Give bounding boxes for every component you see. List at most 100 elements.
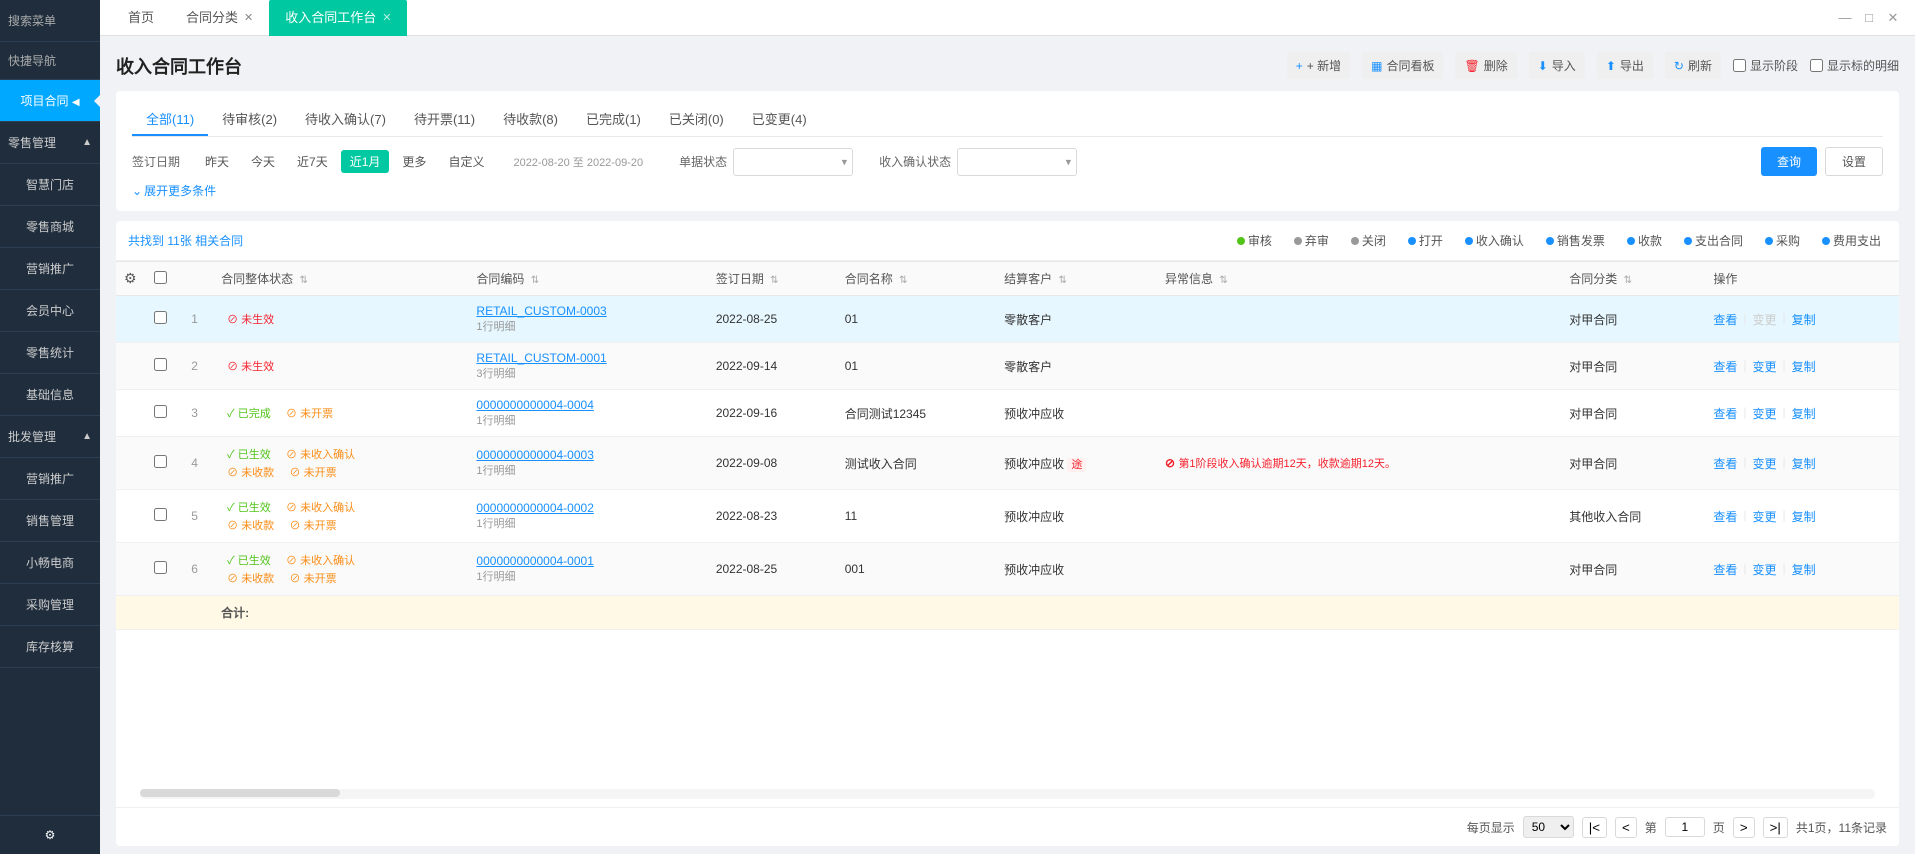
doc-status-select[interactable] bbox=[733, 148, 853, 176]
sort-overall-status[interactable]: ⇅ bbox=[299, 275, 307, 286]
sort-sign-date[interactable]: ⇅ bbox=[770, 275, 778, 286]
sort-settlement-customer[interactable]: ⇅ bbox=[1058, 275, 1066, 286]
status-tab-pending-payment[interactable]: 待收款(8) bbox=[489, 103, 572, 136]
status-tab-pending-review[interactable]: 待审核(2) bbox=[208, 103, 291, 136]
show-detail-checkbox[interactable]: 显示标的明细 bbox=[1810, 57, 1899, 74]
close-tab-contract-category[interactable]: ✕ bbox=[244, 0, 253, 36]
copy-btn[interactable]: 复制 bbox=[1792, 561, 1816, 578]
window-minimize-btn[interactable]: — bbox=[1835, 8, 1855, 28]
sort-contract-category[interactable]: ⇅ bbox=[1624, 275, 1632, 286]
row-checkbox[interactable] bbox=[154, 405, 167, 418]
change-btn[interactable]: 变更 bbox=[1752, 455, 1776, 472]
refresh-button[interactable]: ↻ 刷新 bbox=[1665, 52, 1721, 79]
settings-button[interactable]: 设置 bbox=[1825, 147, 1883, 176]
contract-code-link[interactable]: 0000000000004-0002 bbox=[476, 501, 593, 515]
change-btn[interactable]: 变更 bbox=[1752, 358, 1776, 375]
status-tab-pending-confirm[interactable]: 待收入确认(7) bbox=[291, 103, 400, 136]
sidebar-item-purchase-mgmt[interactable]: 采购管理 bbox=[0, 584, 100, 626]
sidebar-item-retail-stats[interactable]: 零售统计 bbox=[0, 332, 100, 374]
row-checkbox[interactable] bbox=[154, 311, 167, 324]
date-more[interactable]: 更多 bbox=[393, 150, 435, 173]
sidebar-item-marketing[interactable]: 营销推广 bbox=[0, 248, 100, 290]
sidebar-item-inventory[interactable]: 库存核算 bbox=[0, 626, 100, 668]
status-tab-all[interactable]: 全部(11) bbox=[132, 103, 208, 136]
date-today[interactable]: 今天 bbox=[242, 150, 284, 173]
sidebar-quick-nav[interactable]: 快捷导航 bbox=[0, 42, 100, 80]
tab-income-contract[interactable]: 收入合同工作台 ✕ bbox=[269, 0, 407, 36]
row-checkbox[interactable] bbox=[154, 561, 167, 574]
close-tab-income-contract[interactable]: ✕ bbox=[382, 0, 391, 36]
sidebar-item-xiochang[interactable]: 小畅电商 bbox=[0, 542, 100, 584]
view-btn[interactable]: 查看 bbox=[1713, 508, 1737, 525]
expense-out-btn[interactable]: 支出合同 bbox=[1678, 229, 1749, 252]
date-last7[interactable]: 近7天 bbox=[288, 150, 337, 173]
contract-code-link[interactable]: 0000000000004-0004 bbox=[476, 398, 593, 412]
payment-btn[interactable]: 收款 bbox=[1621, 229, 1668, 252]
tab-contract-category[interactable]: 合同分类 ✕ bbox=[170, 0, 269, 36]
contract-code-link[interactable]: RETAIL_CUSTOM-0003 bbox=[476, 304, 606, 318]
abandon-btn[interactable]: 弃审 bbox=[1288, 229, 1335, 252]
contract-code-link[interactable]: 0000000000004-0001 bbox=[476, 554, 593, 568]
change-btn[interactable]: 变更 bbox=[1752, 405, 1776, 422]
date-custom[interactable]: 自定义 bbox=[439, 150, 493, 173]
purchase-btn[interactable]: 采购 bbox=[1759, 229, 1806, 252]
sidebar-item-basic-info[interactable]: 基础信息 bbox=[0, 374, 100, 416]
page-size-select[interactable]: 50 100 bbox=[1523, 816, 1574, 838]
row-checkbox[interactable] bbox=[154, 455, 167, 468]
sidebar-item-smart-store[interactable]: 智慧门店 bbox=[0, 164, 100, 206]
window-maximize-btn[interactable]: □ bbox=[1859, 8, 1879, 28]
delete-button[interactable]: 🗑 删除 bbox=[1455, 52, 1516, 79]
copy-btn[interactable]: 复制 bbox=[1792, 455, 1816, 472]
sidebar-item-retail-mall[interactable]: 零售商城 bbox=[0, 206, 100, 248]
change-btn[interactable]: 变更 bbox=[1752, 508, 1776, 525]
view-btn[interactable]: 查看 bbox=[1713, 561, 1737, 578]
income-confirm-select[interactable] bbox=[957, 148, 1077, 176]
expense-pay-btn[interactable]: 费用支出 bbox=[1816, 229, 1887, 252]
show-stage-checkbox[interactable]: 显示阶段 bbox=[1733, 57, 1798, 74]
show-detail-input[interactable] bbox=[1810, 59, 1823, 72]
sidebar-item-wholesale-mgmt[interactable]: 批发管理 ▲ bbox=[0, 416, 100, 458]
window-close-btn[interactable]: ✕ bbox=[1883, 8, 1903, 28]
view-btn[interactable]: 查看 bbox=[1713, 311, 1737, 328]
sidebar-item-member[interactable]: 会员中心 bbox=[0, 290, 100, 332]
horizontal-scrollbar[interactable] bbox=[116, 781, 1899, 807]
sort-contract-code[interactable]: ⇅ bbox=[531, 275, 539, 286]
copy-btn[interactable]: 复制 bbox=[1792, 311, 1816, 328]
sidebar-item-sales-mgmt[interactable]: 销售管理 bbox=[0, 500, 100, 542]
status-tab-changed[interactable]: 已变更(4) bbox=[738, 103, 821, 136]
tab-home[interactable]: 首页 bbox=[112, 0, 170, 36]
sidebar-search[interactable]: 搜索菜单 bbox=[0, 0, 100, 42]
sidebar-item-retail-mgmt[interactable]: 零售管理 ▲ bbox=[0, 122, 100, 164]
expand-filters-link[interactable]: ⌄ 展开更多条件 bbox=[132, 182, 1883, 199]
sort-contract-name[interactable]: ⇅ bbox=[899, 275, 907, 286]
add-button[interactable]: + + 新增 bbox=[1287, 52, 1350, 79]
first-page-btn[interactable]: |< bbox=[1582, 817, 1607, 838]
view-btn[interactable]: 查看 bbox=[1713, 358, 1737, 375]
select-all-checkbox[interactable] bbox=[154, 271, 167, 284]
change-btn[interactable]: 变更 bbox=[1752, 561, 1776, 578]
current-page-input[interactable] bbox=[1665, 817, 1705, 837]
income-confirm-btn[interactable]: 收入确认 bbox=[1459, 229, 1530, 252]
status-tab-completed[interactable]: 已完成(1) bbox=[572, 103, 655, 136]
print-btn[interactable]: 打开 bbox=[1402, 229, 1449, 252]
view-btn[interactable]: 查看 bbox=[1713, 405, 1737, 422]
sidebar-settings[interactable]: ⚙ bbox=[0, 815, 100, 854]
sidebar-item-marketing2[interactable]: 营销推广 bbox=[0, 458, 100, 500]
contract-code-link[interactable]: RETAIL_CUSTOM-0001 bbox=[476, 351, 606, 365]
sort-exception-info[interactable]: ⇅ bbox=[1219, 275, 1227, 286]
view-btn[interactable]: 查看 bbox=[1713, 455, 1737, 472]
column-settings-icon[interactable]: ⚙ bbox=[124, 270, 137, 286]
query-button[interactable]: 查询 bbox=[1761, 147, 1817, 176]
sales-invoice-btn[interactable]: 销售发票 bbox=[1540, 229, 1611, 252]
prev-page-btn[interactable]: < bbox=[1615, 817, 1637, 838]
table-scroll-wrapper[interactable]: ⚙ 合同整体状态 ⇅ bbox=[116, 261, 1899, 781]
row-checkbox[interactable] bbox=[154, 508, 167, 521]
sidebar-item-project[interactable]: 项目合同 ◀ bbox=[0, 80, 100, 122]
copy-btn[interactable]: 复制 bbox=[1792, 358, 1816, 375]
copy-btn[interactable]: 复制 bbox=[1792, 508, 1816, 525]
export-button[interactable]: ⬆ 导出 bbox=[1597, 52, 1653, 79]
contract-board-button[interactable]: ▦ 合同看板 bbox=[1362, 52, 1443, 79]
date-yesterday[interactable]: 昨天 bbox=[196, 150, 238, 173]
close-btn[interactable]: 关闭 bbox=[1345, 229, 1392, 252]
audit-btn[interactable]: 审核 bbox=[1231, 229, 1278, 252]
